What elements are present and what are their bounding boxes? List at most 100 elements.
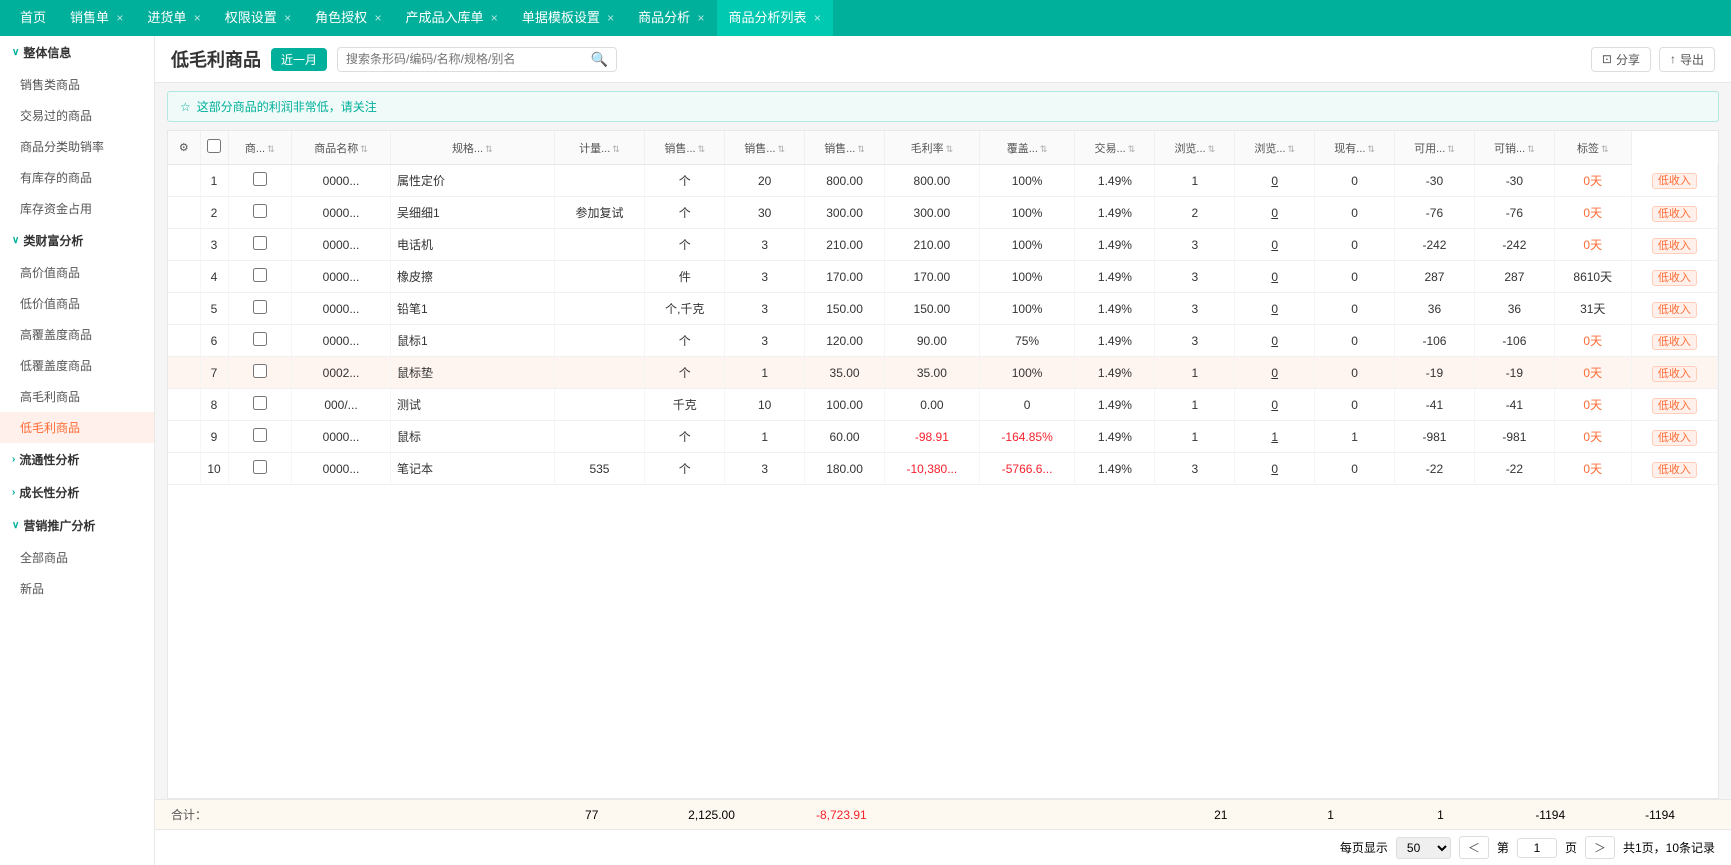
sidebar-section-title-成长性分析[interactable]: ›成长性分析 <box>0 476 154 509</box>
prev-page-button[interactable]: ＜ <box>1459 836 1489 859</box>
sidebar-section-title-流通性分析[interactable]: ›流通性分析 <box>0 443 154 476</box>
sidebar-item-低价值商品[interactable]: 低价值商品 <box>0 288 154 319</box>
row-available: -76 <box>1474 197 1554 229</box>
pagination-bar: 每页显示 50 100 200 ＜ 第 页 ＞ 共1页，10条记录 <box>155 829 1731 865</box>
row-select-checkbox[interactable] <box>253 236 267 250</box>
row-sales-qty: 1 <box>725 421 805 453</box>
page-number-input[interactable] <box>1517 838 1557 858</box>
row-checkbox[interactable] <box>228 325 292 357</box>
export-button[interactable]: ↑ 导出 <box>1659 47 1715 72</box>
row-select-checkbox[interactable] <box>253 268 267 282</box>
row-checkbox[interactable] <box>228 421 292 453</box>
nav-close-icon[interactable]: × <box>371 11 381 25</box>
row-coverage: 1.49% <box>1075 389 1155 421</box>
page-size-select[interactable]: 50 100 200 <box>1396 837 1451 859</box>
row-select-checkbox[interactable] <box>253 428 267 442</box>
row-view1[interactable]: 0 <box>1235 293 1315 325</box>
search-input[interactable] <box>346 52 587 66</box>
nav-item-单据模板设置[interactable]: 单据模板设置 × <box>510 0 626 36</box>
sales-qty-column-header: 销售...⇅ <box>645 131 725 165</box>
row-view1[interactable]: 0 <box>1235 453 1315 485</box>
sidebar-item-低覆盖度商品[interactable]: 低覆盖度商品 <box>0 350 154 381</box>
row-trade: 1 <box>1155 165 1235 197</box>
row-select-checkbox[interactable] <box>253 364 267 378</box>
row-sellable: 8610天 <box>1554 261 1631 293</box>
sidebar-section-title-整体信息[interactable]: ∨整体信息 <box>0 36 154 69</box>
nav-close-icon[interactable]: × <box>694 11 704 25</box>
row-select-checkbox[interactable] <box>253 332 267 346</box>
row-select-checkbox[interactable] <box>253 396 267 410</box>
row-current: -76 <box>1395 197 1475 229</box>
row-view1[interactable]: 0 <box>1235 165 1315 197</box>
nav-item-进货单[interactable]: 进货单 × <box>135 0 212 36</box>
sidebar-section-title-类财富分析[interactable]: ∨类财富分析 <box>0 224 154 257</box>
row-checkbox[interactable] <box>228 357 292 389</box>
sidebar-item-新品[interactable]: 新品 <box>0 573 154 604</box>
sidebar-section-title-营销推广分析[interactable]: ∨营销推广分析 <box>0 509 154 542</box>
row-sales-price: 180.00 <box>805 453 885 485</box>
row-sellable: 0天 <box>1554 165 1631 197</box>
row-view1[interactable]: 1 <box>1235 421 1315 453</box>
row-view1[interactable]: 0 <box>1235 197 1315 229</box>
nav-item-商品分析列表[interactable]: 商品分析列表 × <box>717 0 833 36</box>
nav-item-首页[interactable]: 首页 <box>8 0 58 36</box>
row-available: -41 <box>1474 389 1554 421</box>
nav-item-商品分析[interactable]: 商品分析 × <box>626 0 716 36</box>
sidebar-item-交易过的商品[interactable]: 交易过的商品 <box>0 100 154 131</box>
nav-item-产成品入库单[interactable]: 产成品入库单 × <box>393 0 509 36</box>
nav-close-icon[interactable]: × <box>487 11 497 25</box>
nav-close-icon[interactable]: × <box>190 11 200 25</box>
row-sellable: 31天 <box>1554 293 1631 325</box>
row-view1[interactable]: 0 <box>1235 325 1315 357</box>
row-checkbox[interactable] <box>228 453 292 485</box>
row-checkbox[interactable] <box>228 229 292 261</box>
row-select-checkbox[interactable] <box>253 460 267 474</box>
row-select-checkbox[interactable] <box>253 300 267 314</box>
row-view1[interactable]: 0 <box>1235 357 1315 389</box>
checkbox-column-header[interactable] <box>200 131 228 165</box>
gear-column-header[interactable]: ⚙ <box>168 131 200 165</box>
sidebar-item-高价值商品[interactable]: 高价值商品 <box>0 257 154 288</box>
sidebar-item-低毛利商品[interactable]: 低毛利商品 <box>0 412 154 443</box>
row-name: 吴细细1 <box>391 197 555 229</box>
row-gear <box>168 165 200 197</box>
nav-close-icon[interactable]: × <box>281 11 291 25</box>
sidebar-item-全部商品[interactable]: 全部商品 <box>0 542 154 573</box>
row-current: 287 <box>1395 261 1475 293</box>
nav-close-icon[interactable]: × <box>113 11 123 25</box>
row-checkbox[interactable] <box>228 389 292 421</box>
share-button[interactable]: ⊡ 分享 <box>1591 47 1651 72</box>
search-icon[interactable]: 🔍 <box>591 51 608 68</box>
page-size-label: 每页显示 <box>1340 839 1388 856</box>
nav-close-icon[interactable]: × <box>811 11 821 25</box>
sidebar-item-商品分类助销率[interactable]: 商品分类助销率 <box>0 131 154 162</box>
row-select-checkbox[interactable] <box>253 172 267 186</box>
row-view1[interactable]: 0 <box>1235 261 1315 293</box>
row-view1[interactable]: 0 <box>1235 389 1315 421</box>
nav-item-销售单[interactable]: 销售单 × <box>58 0 135 36</box>
row-trade: 1 <box>1155 421 1235 453</box>
date-filter-button[interactable]: 近一月 <box>271 48 327 71</box>
row-view2: 0 <box>1315 197 1395 229</box>
row-select-checkbox[interactable] <box>253 204 267 218</box>
select-all-checkbox[interactable] <box>207 139 221 153</box>
sidebar-item-库存资金占用[interactable]: 库存资金占用 <box>0 193 154 224</box>
sidebar-item-有库存的商品[interactable]: 有库存的商品 <box>0 162 154 193</box>
row-checkbox[interactable] <box>228 197 292 229</box>
nav-item-权限设置[interactable]: 权限设置 × <box>213 0 303 36</box>
row-name: 测试 <box>391 389 555 421</box>
next-page-button[interactable]: ＞ <box>1585 836 1615 859</box>
nav-item-角色授权[interactable]: 角色授权 × <box>303 0 393 36</box>
sidebar-item-高毛利商品[interactable]: 高毛利商品 <box>0 381 154 412</box>
sidebar-item-高覆盖度商品[interactable]: 高覆盖度商品 <box>0 319 154 350</box>
row-view1[interactable]: 0 <box>1235 229 1315 261</box>
sidebar-item-销售类商品[interactable]: 销售类商品 <box>0 69 154 100</box>
row-coverage: 1.49% <box>1075 421 1155 453</box>
row-spec <box>554 421 645 453</box>
row-checkbox[interactable] <box>228 165 292 197</box>
sidebar-section-label: 成长性分析 <box>19 484 79 501</box>
row-gear <box>168 389 200 421</box>
row-checkbox[interactable] <box>228 261 292 293</box>
nav-close-icon[interactable]: × <box>604 11 614 25</box>
row-checkbox[interactable] <box>228 293 292 325</box>
